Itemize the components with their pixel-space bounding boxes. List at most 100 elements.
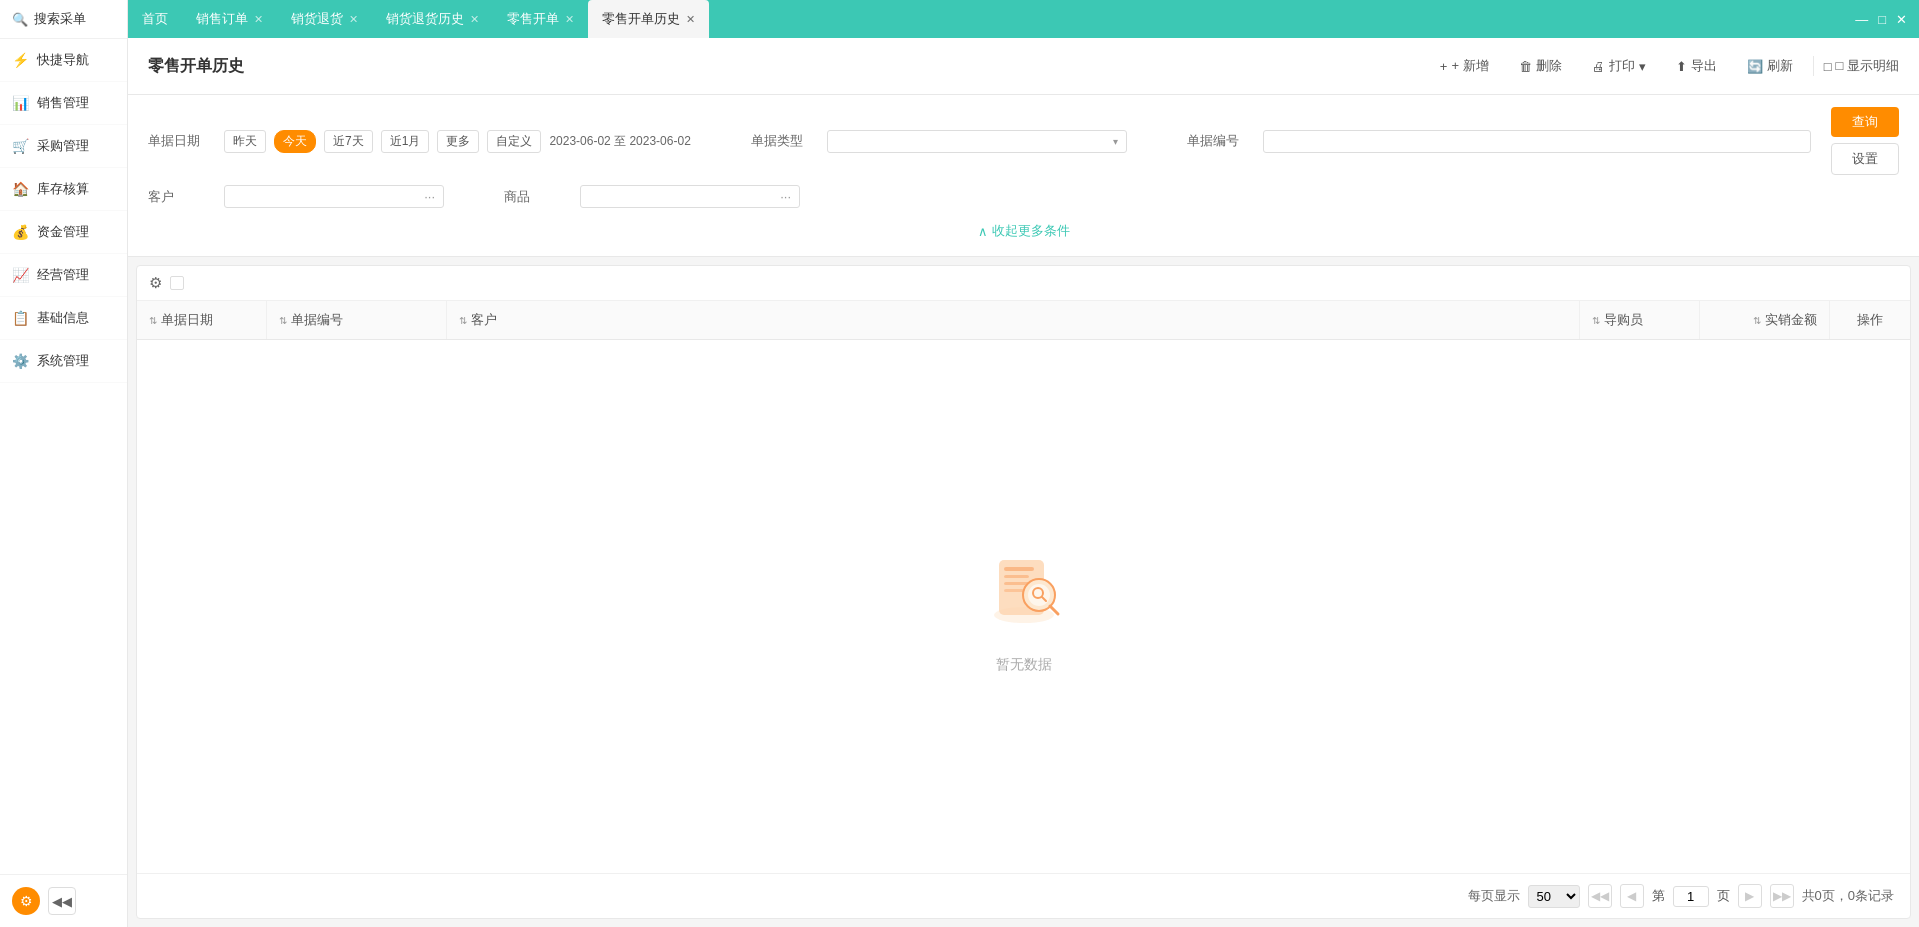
tab-retail-open-history-label: 零售开单历史 [602, 10, 680, 28]
th-salesperson-label: 导购员 [1604, 311, 1643, 329]
refresh-label: 刷新 [1767, 57, 1793, 75]
collapse-more-button[interactable]: ∧ 收起更多条件 [148, 218, 1899, 244]
export-label: 导出 [1691, 57, 1717, 75]
date-btn-today[interactable]: 今天 [274, 130, 316, 153]
th-action: 操作 [1830, 301, 1910, 339]
date-btn-yesterday[interactable]: 昨天 [224, 130, 266, 153]
per-page-select[interactable]: 50 10 20 100 [1528, 885, 1580, 908]
settings-gear-button[interactable]: ⚙ [12, 887, 40, 915]
collapse-arrow-icon: ∧ [978, 224, 988, 239]
close-button[interactable]: ✕ [1896, 12, 1907, 27]
customer-filter-label: 客户 [148, 188, 204, 206]
num-filter-input-container[interactable] [1263, 130, 1811, 153]
add-icon: + [1440, 59, 1448, 74]
page-input[interactable] [1673, 886, 1709, 907]
minimize-button[interactable]: — [1855, 12, 1868, 27]
filter-row-2: 客户 ··· 商品 ··· [148, 185, 1899, 208]
sidebar-item-purchase-mgmt[interactable]: 🛒 采购管理 [0, 125, 127, 168]
print-icon: 🖨 [1592, 59, 1605, 74]
tab-sales-order-label: 销售订单 [196, 10, 248, 28]
type-filter-select[interactable]: ▾ [827, 130, 1127, 153]
page-header: 零售开单历史 + + 新增 🗑 删除 🖨 打印 ▾ ⬆ 导出 [128, 38, 1919, 95]
display-detail-button[interactable]: □ □ 显示明细 [1824, 57, 1899, 75]
goods-filter-input[interactable]: ··· [580, 185, 800, 208]
tab-retail-open-close[interactable]: ✕ [565, 13, 574, 26]
tab-retail-open-history-close[interactable]: ✕ [686, 13, 695, 26]
th-date-label: 单据日期 [161, 311, 213, 329]
operations-icon: 📈 [12, 267, 29, 283]
sidebar-item-label: 经营管理 [37, 266, 89, 284]
tab-sales-return-label: 销货退货 [291, 10, 343, 28]
sidebar-item-label: 快捷导航 [37, 51, 89, 69]
tab-sales-order[interactable]: 销售订单 ✕ [182, 0, 277, 38]
last-page-button[interactable]: ▶▶ [1770, 884, 1794, 908]
sort-icon-amount: ⇅ [1753, 315, 1761, 326]
query-button[interactable]: 查询 [1831, 107, 1899, 137]
tab-sales-return-close[interactable]: ✕ [349, 13, 358, 26]
sidebar-item-label: 采购管理 [37, 137, 89, 155]
search-icon: 🔍 [12, 12, 28, 27]
finance-icon: 💰 [12, 224, 29, 240]
sidebar-item-label: 基础信息 [37, 309, 89, 327]
display-detail-label: □ 显示明细 [1836, 57, 1899, 75]
refresh-icon: 🔄 [1747, 59, 1763, 74]
tab-sales-return-history-close[interactable]: ✕ [470, 13, 479, 26]
num-filter-input[interactable] [1272, 134, 1802, 149]
filter-row-1: 单据日期 昨天 今天 近7天 近1月 更多 自定义 2023-06-02 至 2… [148, 107, 1899, 175]
sidebar-item-quick-nav[interactable]: ⚡ 快捷导航 [0, 39, 127, 82]
sidebar-item-inventory[interactable]: 🏠 库存核算 [0, 168, 127, 211]
date-btn-1month[interactable]: 近1月 [381, 130, 430, 153]
empty-state-icon [974, 540, 1074, 640]
tab-sales-return-history[interactable]: 销货退货历史 ✕ [372, 0, 493, 38]
type-filter-label: 单据类型 [751, 132, 807, 150]
tab-home[interactable]: 首页 [128, 0, 182, 38]
delete-icon: 🗑 [1519, 59, 1532, 74]
table-settings-icon[interactable]: ⚙ [149, 274, 162, 292]
svg-rect-2 [1004, 567, 1034, 571]
sort-icon-customer: ⇅ [459, 315, 467, 326]
goods-input[interactable] [589, 189, 776, 204]
export-button[interactable]: ⬆ 导出 [1666, 52, 1727, 80]
sidebar-item-system-mgmt[interactable]: ⚙️ 系统管理 [0, 340, 127, 383]
add-button[interactable]: + + 新增 [1430, 52, 1499, 80]
sidebar-item-finance[interactable]: 💰 资金管理 [0, 211, 127, 254]
th-num: ⇅ 单据编号 [267, 301, 447, 339]
sidebar-search-label: 搜索采单 [34, 10, 86, 28]
toolbar-divider [1813, 56, 1814, 76]
tab-retail-open-history[interactable]: 零售开单历史 ✕ [588, 0, 709, 38]
tab-retail-open[interactable]: 零售开单 ✕ [493, 0, 588, 38]
refresh-button[interactable]: 🔄 刷新 [1737, 52, 1803, 80]
sidebar-collapse-button[interactable]: ◀◀ [48, 887, 76, 915]
delete-button[interactable]: 🗑 删除 [1509, 52, 1572, 80]
sort-icon-date: ⇅ [149, 315, 157, 326]
date-btn-7days[interactable]: 近7天 [324, 130, 373, 153]
th-salesperson: ⇅ 导购员 [1580, 301, 1700, 339]
sort-icon-salesperson: ⇅ [1592, 315, 1600, 326]
sidebar-search[interactable]: 🔍 搜索采单 [0, 0, 127, 39]
customer-input[interactable] [233, 189, 420, 204]
type-filter-input[interactable] [836, 134, 1113, 149]
print-button[interactable]: 🖨 打印 ▾ [1582, 52, 1656, 80]
maximize-button[interactable]: □ [1878, 12, 1886, 27]
prev-page-button[interactable]: ◀ [1620, 884, 1644, 908]
tab-sales-order-close[interactable]: ✕ [254, 13, 263, 26]
next-page-button[interactable]: ▶ [1738, 884, 1762, 908]
main-area: 首页 销售订单 ✕ 销货退货 ✕ 销货退货历史 ✕ 零售开单 ✕ 零售开单历史 … [128, 0, 1919, 927]
sidebar-item-sales-mgmt[interactable]: 📊 销售管理 [0, 82, 127, 125]
quick-nav-icon: ⚡ [12, 52, 29, 68]
tab-home-label: 首页 [142, 10, 168, 28]
customer-filter-input[interactable]: ··· [224, 185, 444, 208]
action-buttons: 查询 设置 [1831, 107, 1899, 175]
sidebar-item-operations[interactable]: 📈 经营管理 [0, 254, 127, 297]
settings-button[interactable]: 设置 [1831, 143, 1899, 175]
sidebar-item-basic-info[interactable]: 📋 基础信息 [0, 297, 127, 340]
sidebar: 🔍 搜索采单 ⚡ 快捷导航 📊 销售管理 🛒 采购管理 🏠 库存核算 💰 资金管… [0, 0, 128, 927]
basic-info-icon: 📋 [12, 310, 29, 326]
date-btn-custom[interactable]: 自定义 [487, 130, 541, 153]
first-page-button[interactable]: ◀◀ [1588, 884, 1612, 908]
tab-sales-return-history-label: 销货退货历史 [386, 10, 464, 28]
tab-sales-return[interactable]: 销货退货 ✕ [277, 0, 372, 38]
date-btn-more[interactable]: 更多 [437, 130, 479, 153]
customer-dots: ··· [424, 189, 435, 204]
select-all-checkbox[interactable] [170, 276, 184, 290]
